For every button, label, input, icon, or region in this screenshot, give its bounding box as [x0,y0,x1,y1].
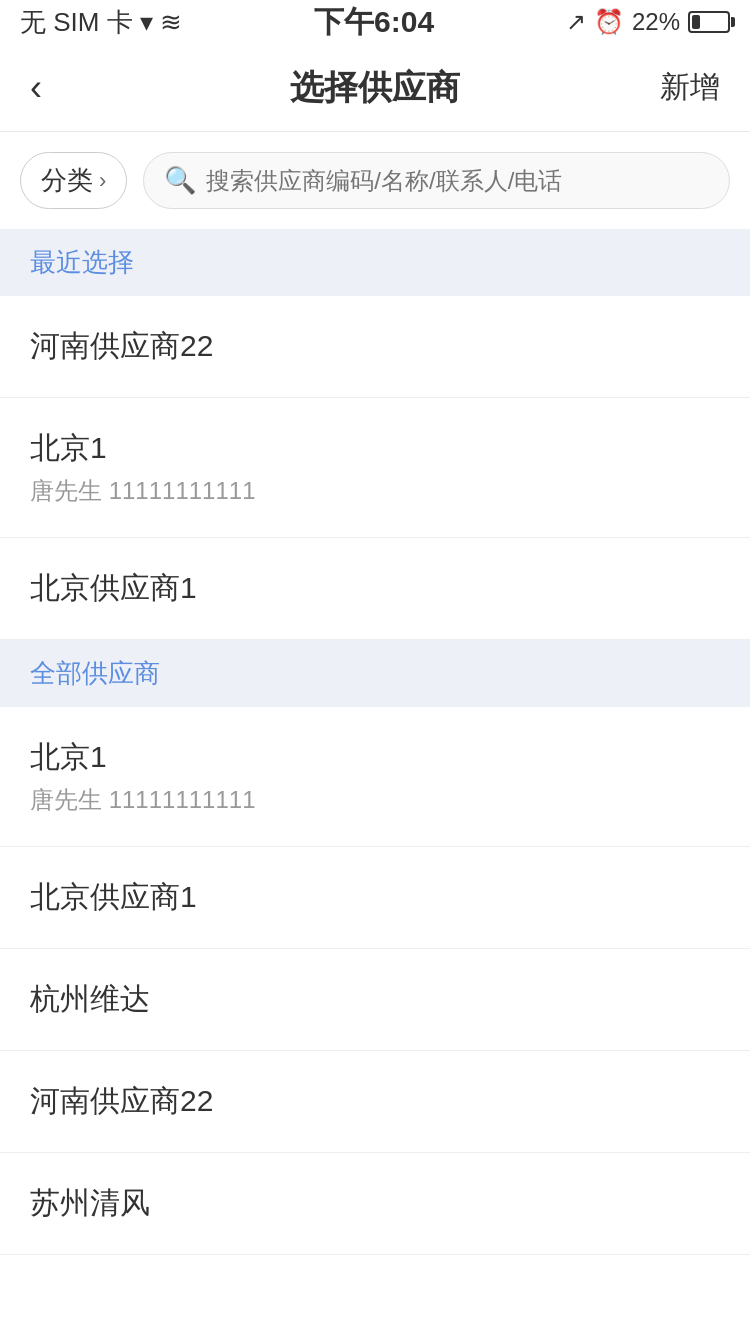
list-item[interactable]: 河南供应商22 [0,1051,750,1153]
category-label: 分类 [41,163,93,198]
list-item[interactable]: 杭州维达 [0,949,750,1051]
item-title: 杭州维达 [30,979,720,1020]
alarm-icon: ⏰ [594,8,624,36]
status-right: ↗ ⏰ 22% [566,8,730,36]
page-title: 选择供应商 [290,65,460,111]
battery-percentage: 22% [632,8,680,36]
search-icon: 🔍 [164,165,196,196]
sim-status: 无 SIM 卡 ▾ ≋ [20,5,182,40]
item-title: 河南供应商22 [30,326,720,367]
chevron-right-icon: › [99,168,106,194]
battery-icon [688,11,730,33]
item-subtitle: 唐先生 11111111111 [30,784,720,816]
item-title: 苏州清风 [30,1183,720,1224]
search-input[interactable] [206,167,709,195]
nav-bar: ‹ 选择供应商 新增 [0,44,750,132]
recent-list: 河南供应商22 北京1 唐先生 11111111111 北京供应商1 [0,296,750,640]
status-left: 无 SIM 卡 ▾ ≋ [20,5,182,40]
item-subtitle: 唐先生 11111111111 [30,475,720,507]
list-item[interactable]: 北京1 唐先生 11111111111 [0,707,750,847]
item-title: 河南供应商22 [30,1081,720,1122]
list-item[interactable]: 河南供应商22 [0,296,750,398]
add-button[interactable]: 新增 [660,67,720,108]
location-icon: ↗ [566,8,586,36]
list-item[interactable]: 北京供应商1 [0,538,750,640]
list-item[interactable]: 苏州清风 [0,1153,750,1255]
list-item[interactable]: 北京供应商1 [0,847,750,949]
all-list: 北京1 唐先生 11111111111 北京供应商1 杭州维达河南供应商22 苏州清风 [0,707,750,1255]
recent-section-header: 最近选择 [0,229,750,296]
all-section-header: 全部供应商 [0,640,750,707]
search-box: 🔍 [143,152,730,209]
category-button[interactable]: 分类 › [20,152,127,209]
item-title: 北京1 [30,737,720,778]
item-title: 北京1 [30,428,720,469]
filter-row: 分类 › 🔍 [0,132,750,229]
status-time: 下午6:04 [314,2,434,43]
status-bar: 无 SIM 卡 ▾ ≋ 下午6:04 ↗ ⏰ 22% [0,0,750,44]
item-title: 北京供应商1 [30,877,720,918]
back-button[interactable]: ‹ [30,67,90,109]
item-title: 北京供应商1 [30,568,720,609]
list-item[interactable]: 北京1 唐先生 11111111111 [0,398,750,538]
